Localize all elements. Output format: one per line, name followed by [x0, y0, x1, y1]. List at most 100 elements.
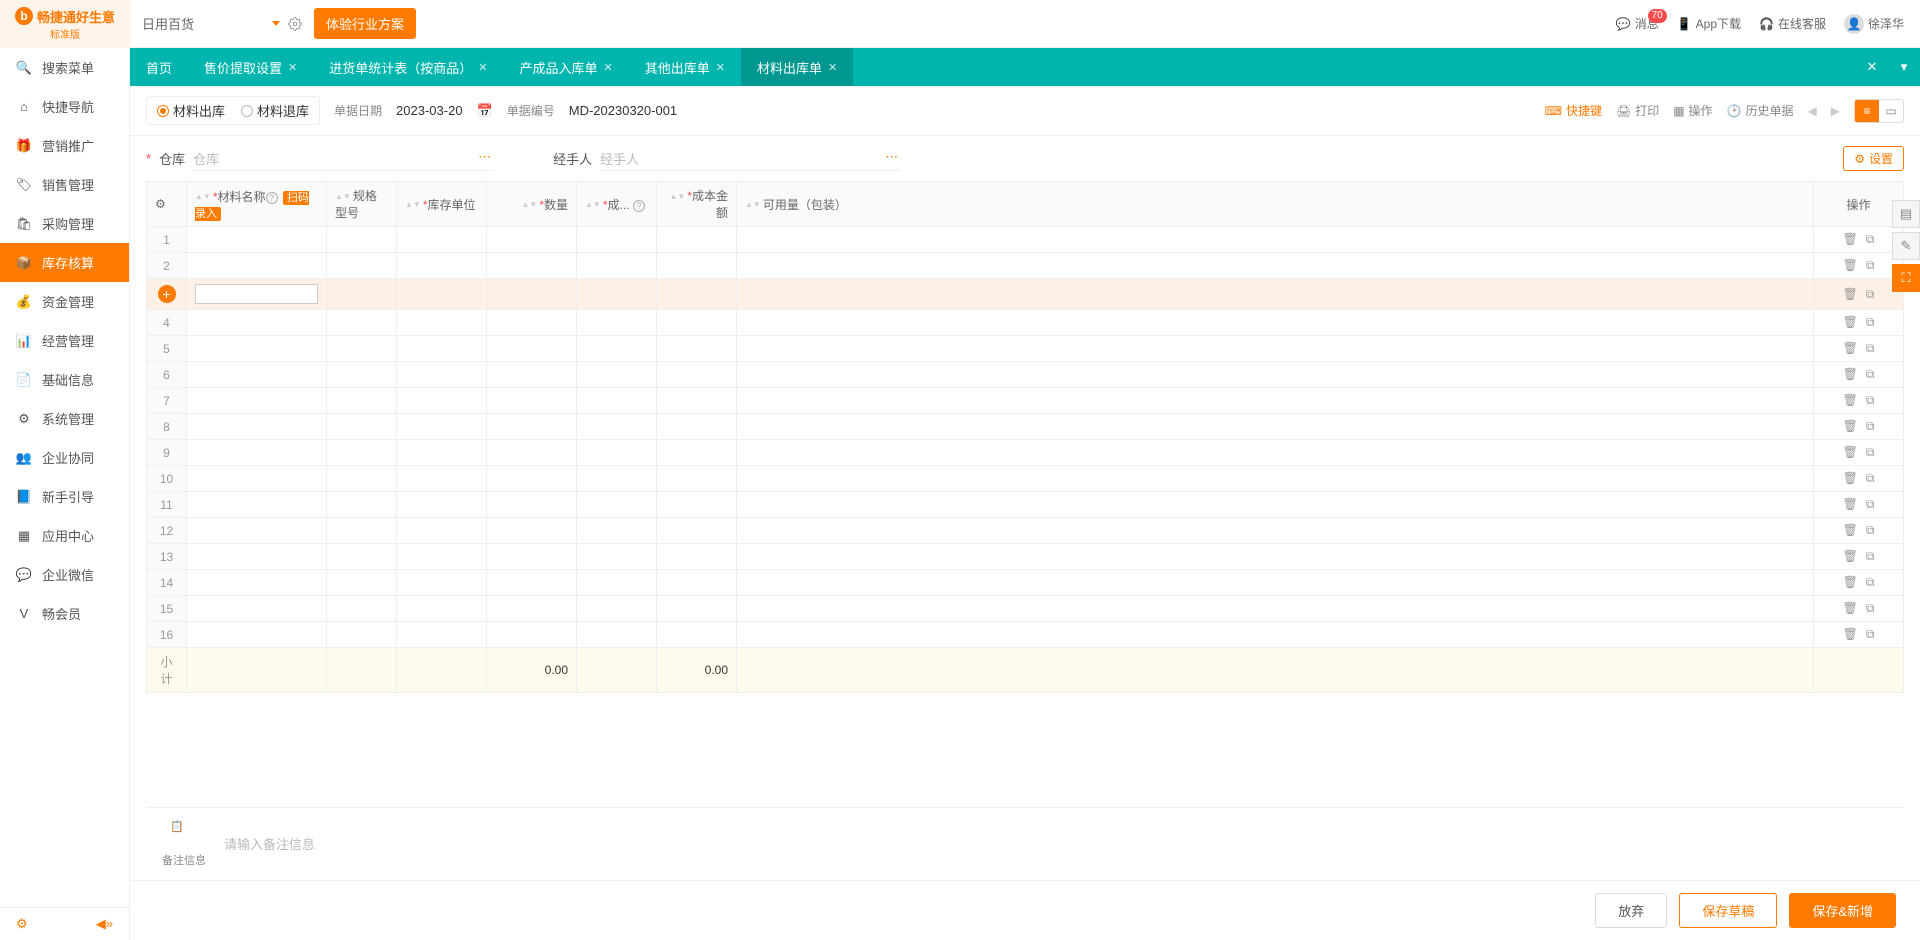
sidebar-item-5[interactable]: 📦库存核算 — [0, 243, 129, 282]
row-copy-icon[interactable]: ⧉ — [1866, 419, 1875, 434]
tab-close-icon[interactable]: ✕ — [288, 61, 297, 74]
row-copy-icon[interactable]: ⧉ — [1866, 287, 1875, 302]
tab-2[interactable]: 进货单统计表（按商品）✕ — [313, 48, 503, 86]
row-delete-icon[interactable]: 🗑 — [1843, 367, 1858, 382]
sidebar-item-10[interactable]: 👥企业协同 — [0, 438, 129, 477]
table-row[interactable]: 10 🗑⧉ — [147, 466, 1904, 492]
tab-close-icon[interactable]: ✕ — [478, 61, 487, 74]
table-row[interactable]: 4 🗑⧉ — [147, 310, 1904, 336]
settings-button[interactable]: ⚙ 设置 — [1843, 146, 1904, 171]
row-copy-icon[interactable]: ⧉ — [1866, 367, 1875, 382]
next-button[interactable]: ▶ — [1831, 104, 1840, 118]
row-delete-icon[interactable]: 🗑 — [1843, 601, 1858, 616]
row-delete-icon[interactable]: 🗑 — [1843, 419, 1858, 434]
col-qty[interactable]: ▲▼*数量 — [487, 182, 577, 227]
material-input[interactable] — [195, 284, 318, 304]
sidebar-item-3[interactable]: 🏷销售管理 — [0, 165, 129, 204]
sidebar-item-9[interactable]: ⚙系统管理 — [0, 399, 129, 438]
table-row[interactable]: 5 🗑⧉ — [147, 336, 1904, 362]
tab-close-icon[interactable]: ✕ — [716, 61, 725, 74]
row-delete-icon[interactable]: 🗑 — [1843, 287, 1858, 302]
sidebar-item-11[interactable]: 📘新手引导 — [0, 477, 129, 516]
row-copy-icon[interactable]: ⧉ — [1866, 523, 1875, 538]
app-download-button[interactable]: 📱 App下载 — [1677, 15, 1741, 32]
sidebar-item-1[interactable]: ⌂快捷导航 — [0, 87, 129, 126]
calendar-icon[interactable]: 📅 — [477, 103, 493, 119]
sidebar-item-7[interactable]: 📊经营管理 — [0, 321, 129, 360]
col-amount[interactable]: ▲▼*成本金额 — [657, 182, 737, 227]
history-button[interactable]: 🕑历史单据 — [1727, 102, 1794, 119]
table-row[interactable]: 6 🗑⧉ — [147, 362, 1904, 388]
row-copy-icon[interactable]: ⧉ — [1866, 497, 1875, 512]
prev-button[interactable]: ◀ — [1808, 104, 1817, 118]
handler-picker-icon[interactable]: ⋯ — [885, 149, 900, 168]
sidebar-collapse-icon[interactable]: ◀» — [96, 916, 113, 932]
row-delete-icon[interactable]: 🗑 — [1843, 497, 1858, 512]
workspace-select[interactable]: 日用百货 — [142, 14, 302, 33]
table-row[interactable]: 11 🗑⧉ — [147, 492, 1904, 518]
row-copy-icon[interactable]: ⧉ — [1866, 258, 1875, 273]
help-icon[interactable]: ? — [266, 192, 278, 204]
table-row[interactable]: 1 🗑⧉ — [147, 227, 1904, 253]
row-copy-icon[interactable]: ⧉ — [1866, 315, 1875, 330]
date-value[interactable]: 2023-03-20 — [396, 103, 463, 118]
col-spec[interactable]: ▲▼规格型号 — [327, 182, 397, 227]
warehouse-field[interactable]: * 仓库 仓库⋯ — [146, 147, 493, 171]
warehouse-picker-icon[interactable]: ⋯ — [478, 149, 493, 168]
row-copy-icon[interactable]: ⧉ — [1866, 232, 1875, 247]
sidebar-item-2[interactable]: 🎁营销推广 — [0, 126, 129, 165]
row-delete-icon[interactable]: 🗑 — [1843, 523, 1858, 538]
online-service-button[interactable]: 🎧 在线客服 — [1759, 15, 1826, 32]
row-delete-icon[interactable]: 🗑 — [1843, 627, 1858, 642]
row-delete-icon[interactable]: 🗑 — [1843, 393, 1858, 408]
table-row[interactable]: 8 🗑⧉ — [147, 414, 1904, 440]
table-row[interactable]: 2 🗑⧉ — [147, 253, 1904, 279]
row-copy-icon[interactable]: ⧉ — [1866, 549, 1875, 564]
sidebar-settings-icon[interactable]: ⚙ — [16, 916, 28, 932]
tab-1[interactable]: 售价提取设置✕ — [188, 48, 313, 86]
table-row[interactable]: 13 🗑⧉ — [147, 544, 1904, 570]
view-card-button[interactable]: ▭ — [1879, 100, 1903, 122]
messages-button[interactable]: 💬 消息 70 — [1616, 15, 1659, 32]
table-row[interactable]: 15 🗑⧉ — [147, 596, 1904, 622]
table-row[interactable]: 14 🗑⧉ — [147, 570, 1904, 596]
help-icon[interactable]: ? — [633, 200, 645, 212]
table-row[interactable]: + 🗑 ⧉ — [147, 279, 1904, 310]
tab-3[interactable]: 产成品入库单✕ — [503, 48, 628, 86]
side-tool-3[interactable]: ⛶ — [1892, 264, 1920, 292]
tab-4[interactable]: 其他出库单✕ — [629, 48, 741, 86]
row-copy-icon[interactable]: ⧉ — [1866, 575, 1875, 590]
sidebar-item-14[interactable]: V畅会员 — [0, 594, 129, 633]
row-copy-icon[interactable]: ⧉ — [1866, 601, 1875, 616]
table-row[interactable]: 16 🗑⧉ — [147, 622, 1904, 648]
tab-close-button[interactable]: ✕ — [1856, 48, 1888, 86]
col-unit[interactable]: ▲▼*库存单位 — [397, 182, 487, 227]
try-solution-button[interactable]: 体验行业方案 — [314, 8, 416, 39]
row-delete-icon[interactable]: 🗑 — [1843, 575, 1858, 590]
row-delete-icon[interactable]: 🗑 — [1843, 549, 1858, 564]
tab-0[interactable]: 首页 — [130, 48, 188, 86]
row-delete-icon[interactable]: 🗑 — [1843, 258, 1858, 273]
col-config[interactable]: ⚙ — [147, 182, 187, 227]
save-draft-button[interactable]: 保存草稿 — [1679, 893, 1777, 928]
sidebar-item-13[interactable]: 💬企业微信 — [0, 555, 129, 594]
row-delete-icon[interactable]: 🗑 — [1843, 471, 1858, 486]
gear-icon[interactable] — [288, 17, 302, 31]
table-row[interactable]: 9 🗑⧉ — [147, 440, 1904, 466]
tab-5[interactable]: 材料出库单✕ — [741, 48, 853, 86]
view-list-button[interactable]: ≡ — [1855, 100, 1879, 122]
row-copy-icon[interactable]: ⧉ — [1866, 627, 1875, 642]
radio-material-out[interactable]: 材料出库 — [157, 101, 225, 120]
row-copy-icon[interactable]: ⧉ — [1866, 393, 1875, 408]
user-menu[interactable]: 👤 徐泽华 — [1844, 14, 1904, 34]
tab-close-icon[interactable]: ✕ — [828, 61, 837, 74]
shortcut-button[interactable]: ⌨快捷键 — [1545, 102, 1602, 119]
row-delete-icon[interactable]: 🗑 — [1843, 445, 1858, 460]
col-cost[interactable]: ▲▼*成... ? — [577, 182, 657, 227]
side-tool-1[interactable]: ▤ — [1892, 200, 1920, 228]
add-row-icon[interactable]: + — [158, 285, 176, 303]
tab-more-button[interactable]: ▾ — [1888, 48, 1920, 86]
sidebar-item-0[interactable]: 🔍搜索菜单 — [0, 48, 129, 87]
handler-field[interactable]: 经手人 经手人⋯ — [553, 147, 900, 171]
row-copy-icon[interactable]: ⧉ — [1866, 341, 1875, 356]
